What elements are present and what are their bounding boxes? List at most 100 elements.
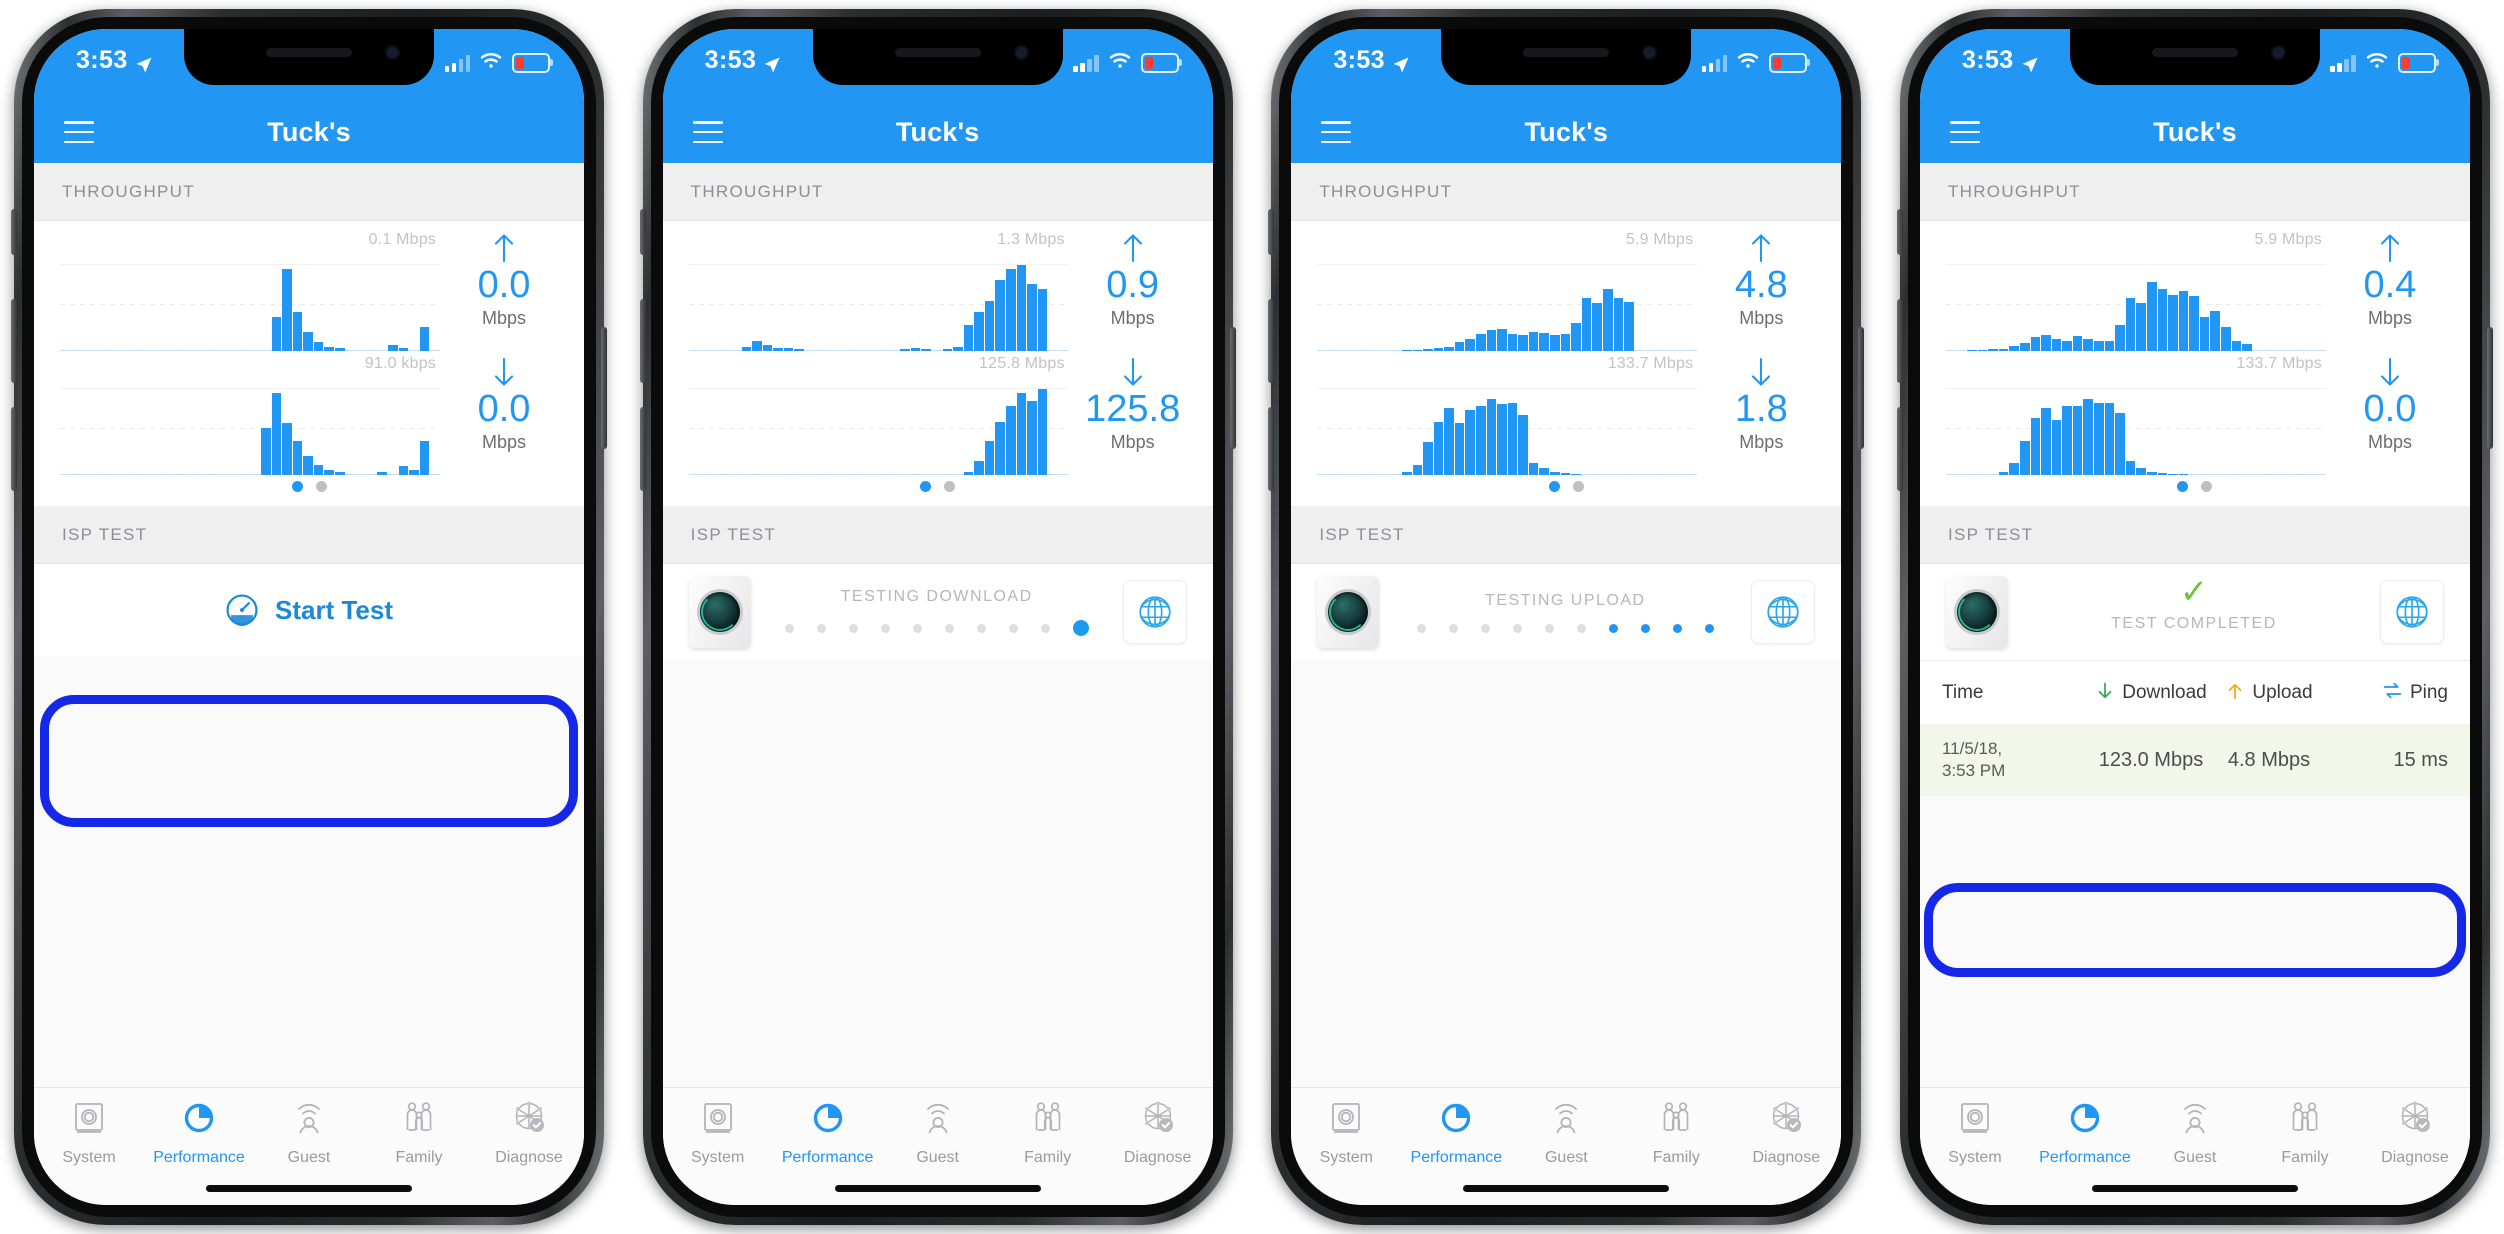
volume-button[interactable] bbox=[1268, 209, 1275, 255]
home-indicator[interactable] bbox=[662, 1171, 1213, 1205]
phone-1: 3:53 Tuck's THROUGHPUT 0.1 Mbps 0.0 Mbps 91.0 … bbox=[11, 9, 607, 1225]
tab-icon-diagnose bbox=[1766, 1098, 1806, 1143]
pager-dot[interactable] bbox=[2201, 481, 2213, 492]
nav-bar: Tuck's bbox=[1291, 101, 1842, 163]
throughput-unit-download: Mbps bbox=[2367, 432, 2412, 453]
tab-guest[interactable]: Guest bbox=[2140, 1098, 2250, 1167]
hamburger-menu-icon[interactable] bbox=[1321, 121, 1352, 143]
test-status-label: TESTING UPLOAD bbox=[1485, 591, 1646, 609]
pager-dot[interactable] bbox=[315, 481, 327, 492]
tab-diagnose[interactable]: Diagnose bbox=[2360, 1098, 2470, 1167]
volume-button[interactable] bbox=[1896, 209, 1903, 255]
tab-icon-system bbox=[69, 1098, 109, 1143]
nav-bar: Tuck's bbox=[1919, 101, 2470, 163]
tab-system[interactable]: System bbox=[1291, 1098, 1401, 1167]
hamburger-menu-icon[interactable] bbox=[692, 121, 723, 143]
tab-icon-guest bbox=[918, 1098, 958, 1143]
router-ring bbox=[1329, 593, 1368, 631]
hamburger-menu-icon[interactable] bbox=[64, 121, 94, 143]
throughput-pager[interactable] bbox=[1920, 475, 2470, 506]
status-bar-time-group: 3:53 bbox=[1333, 46, 1410, 75]
tab-family[interactable]: Family bbox=[993, 1098, 1103, 1167]
isp-test-status-row: TESTING DOWNLOAD bbox=[663, 564, 1213, 660]
tab-performance[interactable]: Performance bbox=[144, 1098, 254, 1167]
tab-performance[interactable]: Performance bbox=[2030, 1098, 2140, 1167]
throughput-pager[interactable] bbox=[34, 475, 584, 506]
home-indicator[interactable] bbox=[1291, 1171, 1842, 1205]
throughput-pager[interactable] bbox=[663, 475, 1213, 506]
throughput-row-upload: 0.1 Mbps 0.0 Mbps bbox=[34, 227, 584, 351]
progress-dot bbox=[912, 623, 922, 633]
power-button[interactable] bbox=[1858, 327, 1865, 449]
router-ring bbox=[700, 593, 739, 631]
tab-guest[interactable]: Guest bbox=[1511, 1098, 1621, 1167]
volume-button[interactable] bbox=[11, 299, 17, 383]
results-column-label-time: Time bbox=[1941, 681, 1984, 703]
tab-performance[interactable]: Performance bbox=[1401, 1098, 1511, 1167]
start-test-button[interactable]: Start Test bbox=[34, 564, 584, 656]
pager-dot[interactable] bbox=[2177, 481, 2189, 492]
power-button[interactable] bbox=[601, 327, 607, 449]
tab-diagnose[interactable]: Diagnose bbox=[474, 1098, 584, 1167]
power-button[interactable] bbox=[1229, 327, 1236, 449]
power-button[interactable] bbox=[2486, 327, 2493, 449]
tab-guest[interactable]: Guest bbox=[254, 1098, 364, 1167]
home-indicator[interactable] bbox=[1919, 1171, 2470, 1205]
volume-button[interactable] bbox=[1268, 299, 1275, 383]
volume-button[interactable] bbox=[1268, 407, 1275, 491]
tab-system[interactable]: System bbox=[34, 1098, 144, 1167]
tab-performance[interactable]: Performance bbox=[773, 1098, 883, 1167]
tab-label-family: Family bbox=[1652, 1149, 1700, 1166]
table-row[interactable]: 11/5/18, 3:53 PM 123.0 Mbps 4.8 Mbps 15 ms bbox=[1919, 724, 2470, 796]
location-arrow-icon bbox=[763, 52, 781, 72]
tab-bar: System Performance Guest Family Diagnose bbox=[34, 1087, 584, 1171]
tab-system[interactable]: System bbox=[1920, 1098, 2030, 1167]
pager-dot[interactable] bbox=[1572, 481, 1584, 492]
pager-dot[interactable] bbox=[944, 481, 956, 492]
throughput-row-download: 133.7 Mbps 1.8 Mbps bbox=[1291, 351, 1841, 475]
pager-dot[interactable] bbox=[920, 481, 932, 492]
down-arrow-icon bbox=[2326, 355, 2454, 389]
status-bar: 3:53 bbox=[34, 29, 584, 101]
throughput-row-upload: 5.9 Mbps 0.4 Mbps bbox=[1920, 227, 2470, 351]
tab-diagnose[interactable]: Diagnose bbox=[1731, 1098, 1841, 1167]
tab-diagnose[interactable]: Diagnose bbox=[1103, 1098, 1213, 1167]
home-bar bbox=[834, 1184, 1041, 1192]
results-column-header-ul: Upload bbox=[2210, 681, 2328, 705]
home-indicator[interactable] bbox=[34, 1171, 584, 1205]
tab-family[interactable]: Family bbox=[1621, 1098, 1731, 1167]
up-arrow-icon bbox=[1069, 231, 1197, 265]
volume-button[interactable] bbox=[639, 299, 646, 383]
results-table-header: Time Download Upload Ping bbox=[1919, 660, 2470, 724]
tab-icon-family bbox=[1656, 1098, 1696, 1143]
throughput-chart-download: 91.0 kbps bbox=[60, 351, 440, 475]
status-bar-indicators bbox=[444, 51, 553, 75]
tab-icon-family bbox=[1028, 1098, 1068, 1143]
volume-button[interactable] bbox=[11, 209, 17, 255]
pager-dot[interactable] bbox=[1548, 481, 1560, 492]
tab-icon-family bbox=[399, 1098, 439, 1143]
tab-guest[interactable]: Guest bbox=[883, 1098, 993, 1167]
tab-family[interactable]: Family bbox=[2250, 1098, 2360, 1167]
tab-system[interactable]: System bbox=[663, 1098, 773, 1167]
progress-dot bbox=[848, 623, 858, 633]
tab-family[interactable]: Family bbox=[364, 1098, 474, 1167]
status-bar-time: 3:53 bbox=[76, 46, 128, 74]
tab-bar: System Performance Guest Family Diagnose bbox=[662, 1087, 1213, 1171]
pager-dot[interactable] bbox=[291, 481, 303, 492]
throughput-pager[interactable] bbox=[1291, 475, 1841, 506]
volume-button[interactable] bbox=[1896, 299, 1903, 383]
throughput-unit-upload: Mbps bbox=[481, 308, 526, 329]
tab-icon-family bbox=[2285, 1098, 2325, 1143]
volume-button[interactable] bbox=[639, 407, 646, 491]
section-header-throughput: THROUGHPUT bbox=[1291, 163, 1842, 221]
throughput-value-upload: 0.9 bbox=[1106, 264, 1160, 306]
volume-button[interactable] bbox=[11, 407, 17, 491]
throughput-chart-download: 125.8 Mbps bbox=[688, 351, 1069, 475]
throughput-row-download: 125.8 Mbps 125.8 Mbps bbox=[663, 351, 1213, 475]
volume-button[interactable] bbox=[639, 209, 646, 255]
status-bar-time: 3:53 bbox=[1333, 46, 1385, 74]
volume-button[interactable] bbox=[1896, 407, 1903, 491]
tab-icon-diagnose bbox=[1138, 1098, 1178, 1143]
hamburger-menu-icon[interactable] bbox=[1949, 121, 1980, 143]
